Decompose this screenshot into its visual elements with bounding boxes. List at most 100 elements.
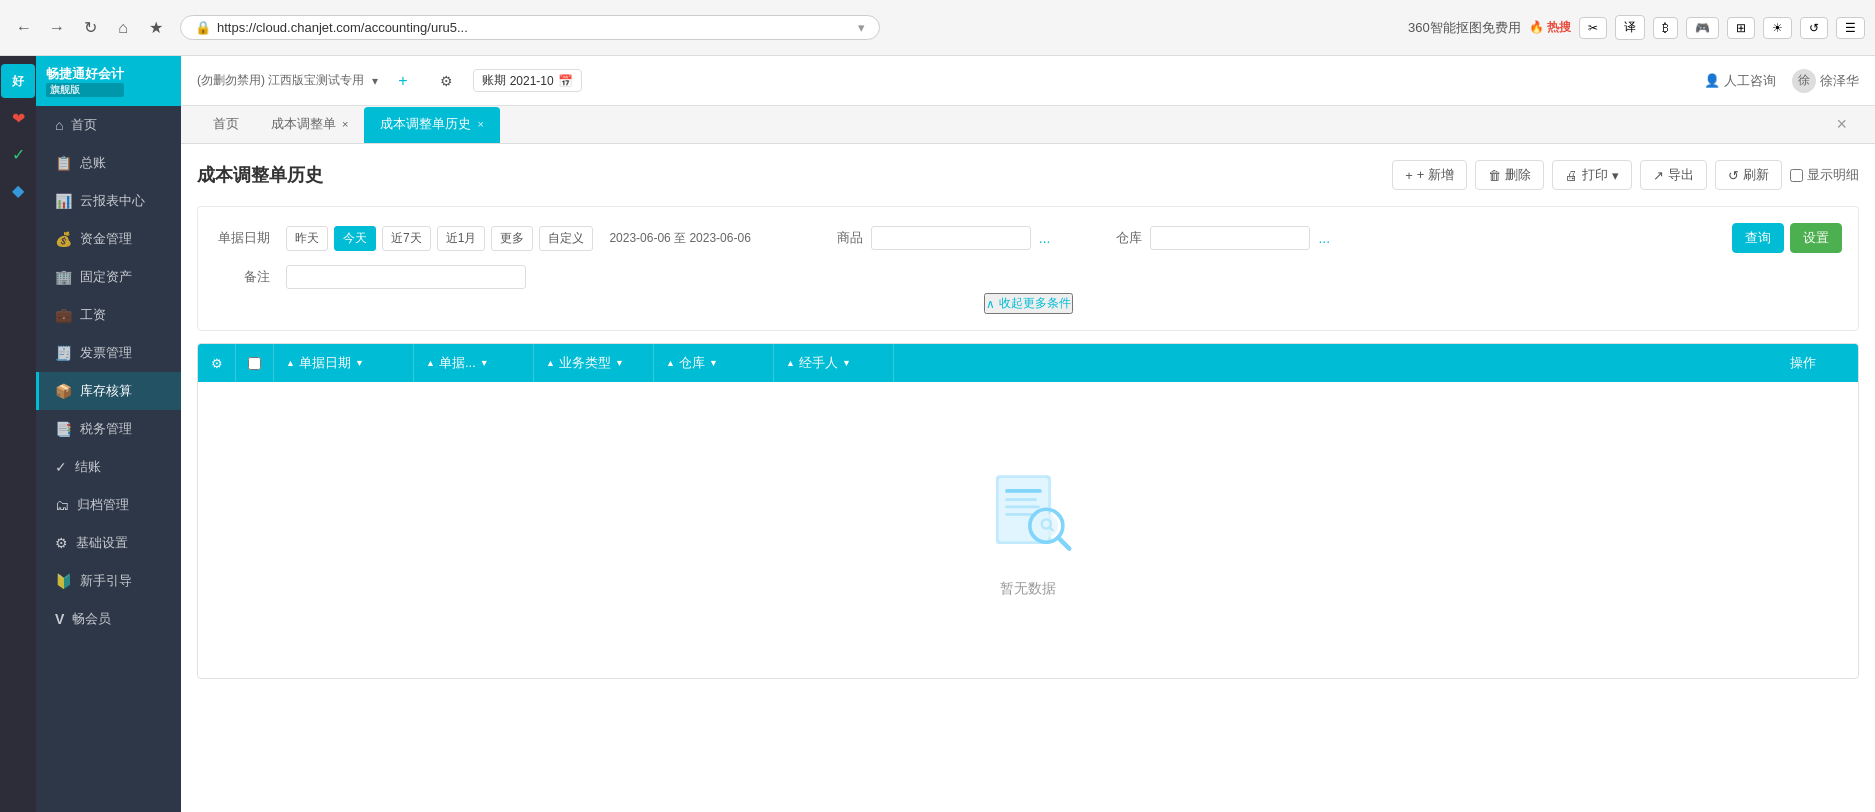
sidebar-item-archive[interactable]: 🗂 归档管理 [36,486,181,524]
sidebar-item-guide[interactable]: 🔰 新手引导 [36,562,181,600]
grid-button[interactable]: ⊞ [1727,17,1755,39]
settings-button[interactable]: ☀ [1763,17,1792,39]
delete-button[interactable]: 🗑 删除 [1475,160,1544,190]
tab-cost-adjust[interactable]: 成本调整单 × [255,107,364,143]
vip-icon: V [55,611,64,627]
browser-nav-buttons: ← → ↻ ⌂ ★ [10,14,170,42]
menu-button[interactable]: ☰ [1836,17,1865,39]
date-range-text: 2023-06-06 至 2023-06-06 [609,230,750,247]
tab-home[interactable]: 首页 [197,107,255,143]
sidebar-label-ledger: 总账 [80,154,106,172]
table-header-type[interactable]: ▲ 业务类型 ▼ [534,344,654,382]
sidebar-item-vip[interactable]: V 畅会员 [36,600,181,638]
svg-rect-4 [1005,506,1040,509]
sort-down-icon2: ▼ [480,358,489,368]
warehouse-input[interactable] [1150,226,1310,250]
show-columns-checkbox[interactable] [1790,169,1803,182]
add-company-button[interactable]: + [386,67,419,95]
icon-sidebar-logo[interactable]: 好 [1,64,35,98]
sidebar-label-home: 首页 [71,116,97,134]
sidebar-item-salary[interactable]: 💼 工资 [36,296,181,334]
last7-btn[interactable]: 近7天 [382,226,431,251]
game-button[interactable]: 🎮 [1686,17,1719,39]
table-gear-cell[interactable]: ⚙ [198,344,236,382]
history-button[interactable]: ↺ [1800,17,1828,39]
query-button[interactable]: 查询 [1732,223,1784,253]
warehouse-filter: 仓库 ... [1086,226,1330,250]
table-header-num[interactable]: ▲ 单据... ▼ [414,344,534,382]
svg-rect-5 [1005,513,1033,516]
icon-sidebar-weibo[interactable]: ❤ [2,102,34,134]
warehouse-more-btn[interactable]: ... [1318,230,1330,246]
collapse-arrow-icon: ∧ [986,297,995,311]
collapse-button[interactable]: ∧ 收起更多条件 [984,293,1073,314]
sidebar-item-home[interactable]: ⌂ 首页 [36,106,181,144]
table-checkbox-cell[interactable] [236,344,274,382]
goods-more-btn[interactable]: ... [1039,230,1051,246]
scissors-button[interactable]: ✂ [1579,17,1607,39]
yesterday-btn[interactable]: 昨天 [286,226,328,251]
table-header-warehouse[interactable]: ▲ 仓库 ▼ [654,344,774,382]
last-month-btn[interactable]: 近1月 [437,226,486,251]
sidebar-item-inventory[interactable]: 📦 库存核算 [36,372,181,410]
tab-cost-adjust-close[interactable]: × [342,118,348,130]
sidebar-item-fixed[interactable]: 🏢 固定资产 [36,258,181,296]
print-button[interactable]: 🖨 打印 ▾ [1552,160,1632,190]
period-value: 2021-10 [510,74,554,88]
table-header-date[interactable]: ▲ 单据日期 ▼ [274,344,414,382]
col-type-label: 业务类型 [559,354,611,372]
settings-gear-button[interactable]: ⚙ [428,68,465,94]
svg-point-7 [1034,514,1058,538]
refresh-button[interactable]: ↺ 刷新 [1715,160,1782,190]
dropdown-icon[interactable]: ▾ [858,20,865,35]
dropdown-company-icon[interactable]: ▾ [372,74,378,88]
sidebar-item-settings[interactable]: ⚙ 基础设置 [36,524,181,562]
company-name: (勿删勿禁用) 江西版宝测试专用 [197,72,364,89]
select-all-checkbox[interactable] [248,357,261,370]
icon-sidebar-blue1[interactable]: ◆ [2,174,34,206]
new-button[interactable]: + + 新增 [1392,160,1467,190]
sidebar-item-invoice[interactable]: 🧾 发票管理 [36,334,181,372]
back-button[interactable]: ← [10,14,38,42]
page-header: 成本调整单历史 + + 新增 🗑 删除 🖨 打印 ▾ [197,160,1859,190]
tab-cost-history-close[interactable]: × [477,118,483,130]
sidebar-item-ledger[interactable]: 📋 总账 [36,144,181,182]
sidebar-item-checkout[interactable]: ✓ 结账 [36,448,181,486]
search-label: 360智能抠图免费用 [1408,19,1521,37]
col-action-label: 操作 [1790,354,1816,372]
close-all-tabs-button[interactable]: × [1824,109,1859,140]
note-input[interactable] [286,265,526,289]
sidebar-item-reports[interactable]: 📊 云报表中心 [36,182,181,220]
translate-button[interactable]: 译 [1615,15,1645,40]
sidebar-item-tax[interactable]: 📑 税务管理 [36,410,181,448]
reload-button[interactable]: ↻ [76,14,104,42]
more-btn[interactable]: 更多 [491,226,533,251]
export-button[interactable]: ↗ 导出 [1640,160,1707,190]
print-dropdown-icon: ▾ [1612,168,1619,183]
table-container: ⚙ ▲ 单据日期 ▼ ▲ 单据... ▼ [197,343,1859,679]
svg-rect-2 [1005,489,1042,493]
today-btn[interactable]: 今天 [334,226,376,251]
tab-cost-history[interactable]: 成本调整单历史 × [364,107,499,143]
setting-button[interactable]: 设置 [1790,223,1842,253]
user-profile[interactable]: 徐 徐泽华 [1792,69,1859,93]
goods-filter: 商品 ... [807,226,1051,250]
show-columns-label[interactable]: 显示明细 [1790,166,1859,184]
wallet-button[interactable]: ₿ [1653,17,1678,39]
consult-button[interactable]: 👤 人工咨询 [1704,72,1776,90]
page-body: 成本调整单历史 + + 新增 🗑 删除 🖨 打印 ▾ [181,144,1875,812]
goods-input[interactable] [871,226,1031,250]
forward-button[interactable]: → [43,14,71,42]
sort-down-icon4: ▼ [709,358,718,368]
custom-btn[interactable]: 自定义 [539,226,593,251]
table-header-operator[interactable]: ▲ 经手人 ▼ [774,344,894,382]
export-icon: ↗ [1653,168,1664,183]
home-button[interactable]: ⌂ [109,14,137,42]
setting-label: 设置 [1803,229,1829,247]
icon-sidebar-green1[interactable]: ✓ [2,138,34,170]
export-label: 导出 [1668,166,1694,184]
bookmark-button[interactable]: ★ [142,14,170,42]
sidebar-item-capital[interactable]: 💰 资金管理 [36,220,181,258]
address-bar[interactable]: 🔒 https://cloud.chanjet.com/accounting/u… [180,15,880,40]
archive-icon: 🗂 [55,497,69,513]
